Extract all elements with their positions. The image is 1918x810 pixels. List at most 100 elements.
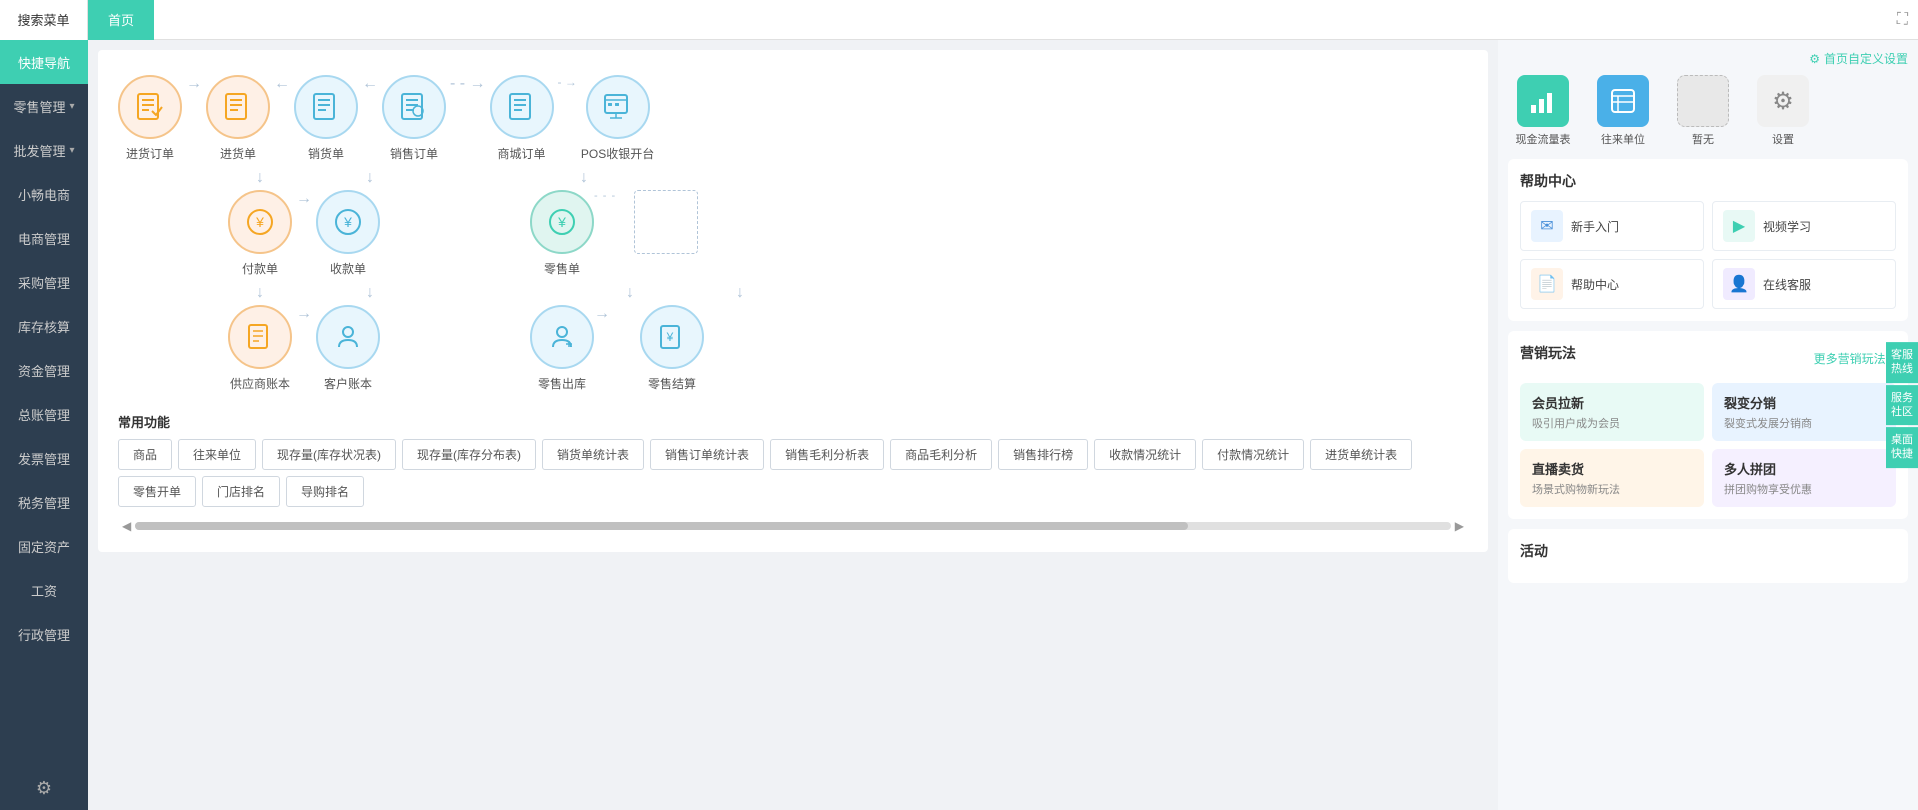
help-item-help[interactable]: 📄 帮助中心 <box>1520 259 1704 309</box>
help-item-beginner[interactable]: ✉ 新手入门 <box>1520 201 1704 251</box>
scroll-track[interactable] <box>135 522 1451 530</box>
marketing-group[interactable]: 多人拼团 拼团购物享受优惠 <box>1712 449 1896 507</box>
shortcut-contacts[interactable]: 往来单位 <box>1588 75 1658 147</box>
node-receipt[interactable]: ¥ 收款单 <box>316 190 380 277</box>
func-btn-sales-gross[interactable]: 销售毛利分析表 <box>770 439 884 470</box>
sidebar-item-admin[interactable]: 行政管理 <box>0 612 88 656</box>
supplier-account-icon <box>228 305 292 369</box>
right-arrow-1: → <box>186 75 202 115</box>
retail-settle-icon: ¥ <box>640 305 704 369</box>
down-arrow-retail2: ↓ <box>736 285 744 301</box>
sidebar-item-inventory[interactable]: 库存核算 <box>0 304 88 348</box>
node-customer-account[interactable]: 客户账本 <box>316 305 380 392</box>
search-menu-button[interactable]: 搜索菜单 <box>0 0 88 40</box>
node-sales-bill[interactable]: 销货单 <box>294 75 358 162</box>
func-btn-receipt-stat[interactable]: 收款情况统计 <box>1094 439 1196 470</box>
down-arrow-sales: ↓ <box>366 170 374 186</box>
func-btn-sales-order-stat[interactable]: 销售订单统计表 <box>650 439 764 470</box>
common-functions: 常用功能 商品 往来单位 现存量(库存状况表) 现存量(库存分布表) 销货单统计… <box>118 412 1468 507</box>
func-btn-goods[interactable]: 商品 <box>118 439 172 470</box>
customer-account-label: 客户账本 <box>324 375 372 392</box>
group-title: 多人拼团 <box>1724 459 1884 478</box>
beginner-label: 新手入门 <box>1571 218 1619 235</box>
node-purchase-order[interactable]: 进货订单 <box>118 75 182 162</box>
sidebar-item-quicknav[interactable]: 快捷导航 <box>0 40 88 84</box>
node-retail-out[interactable]: 零售出库 <box>530 305 594 392</box>
main-layout: 快捷导航 零售管理 ▾ 批发管理 ▾ 小畅电商 电商管理 采购管理 库存核算 资… <box>0 40 1918 810</box>
customer-service-btn[interactable]: 客服热线 <box>1886 342 1918 383</box>
node-pos[interactable]: POS收银开台 <box>581 75 654 162</box>
node-retail[interactable]: ¥ 零售单 <box>530 190 594 277</box>
gear-icon: ⚙ <box>1809 52 1820 66</box>
func-btn-goods-gross[interactable]: 商品毛利分析 <box>890 439 992 470</box>
node-supplier-account[interactable]: 供应商账本 <box>228 305 292 392</box>
help-item-video[interactable]: ▶ 视频学习 <box>1712 201 1896 251</box>
receipt-label: 收款单 <box>330 260 366 277</box>
shortcut-settings[interactable]: ⚙ 设置 <box>1748 75 1818 147</box>
right-arrow-sup: → <box>296 305 312 345</box>
member-title: 会员拉新 <box>1532 393 1692 412</box>
sidebar-item-retail[interactable]: 零售管理 ▾ <box>0 84 88 128</box>
sidebar-item-ecommerce[interactable]: 电商管理 <box>0 216 88 260</box>
func-btn-contacts[interactable]: 往来单位 <box>178 439 256 470</box>
sidebar-item-ledger[interactable]: 总账管理 <box>0 392 88 436</box>
node-mall-order[interactable]: 商城订单 <box>490 75 554 162</box>
home-tab[interactable]: 首页 <box>88 0 154 40</box>
desktop-shortcut-btn[interactable]: 桌面快捷 <box>1886 427 1918 468</box>
shortcut-none[interactable]: 暂无 <box>1668 75 1738 147</box>
sidebar-item-wholesale[interactable]: 批发管理 ▾ <box>0 128 88 172</box>
func-btn-store-rank[interactable]: 门店排名 <box>202 476 280 507</box>
arrow-icon: ▾ <box>69 145 74 156</box>
sales-order-label: 销售订单 <box>390 145 438 162</box>
customize-label: 首页自定义设置 <box>1824 50 1908 67</box>
func-btn-purchase-stat[interactable]: 进货单统计表 <box>1310 439 1412 470</box>
scroll-left-button[interactable]: ◀ <box>118 519 135 533</box>
help-item-online[interactable]: 👤 在线客服 <box>1712 259 1896 309</box>
svg-text:¥: ¥ <box>255 214 264 230</box>
main-panel: 进货订单 → 进货单 ← <box>88 40 1498 810</box>
customize-header[interactable]: ⚙ 首页自定义设置 <box>1508 50 1908 67</box>
fullscreen-button[interactable]: ⛶ <box>1897 11 1908 29</box>
sidebar-item-tax[interactable]: 税务管理 <box>0 480 88 524</box>
node-retail-settle[interactable]: ¥ 零售结算 <box>640 305 704 392</box>
func-buttons-grid: 商品 往来单位 现存量(库存状况表) 现存量(库存分布表) 销货单统计表 销售订… <box>118 439 1468 507</box>
sidebar-item-assets[interactable]: 固定资产 <box>0 524 88 568</box>
sidebar-item-purchase[interactable]: 采购管理 <box>0 260 88 304</box>
service-community-btn[interactable]: 服务社区 <box>1886 385 1918 426</box>
sidebar-settings-button[interactable]: ⚙ <box>0 766 88 810</box>
sidebar-item-salary[interactable]: 工资 <box>0 568 88 612</box>
sidebar-item-xchang[interactable]: 小畅电商 <box>0 172 88 216</box>
marketing-fission[interactable]: 裂变分销 裂变式发展分销商 <box>1712 383 1896 441</box>
down-arrow-mall: ↓ <box>580 170 588 186</box>
sidebar-item-invoice[interactable]: 发票管理 <box>0 436 88 480</box>
settings-icon: ⚙ <box>1757 75 1809 127</box>
func-btn-sales-rank[interactable]: 销售排行榜 <box>998 439 1088 470</box>
help-grid: ✉ 新手入门 ▶ 视频学习 📄 帮助中心 👤 在线客服 <box>1520 201 1896 309</box>
pos-icon <box>586 75 650 139</box>
func-btn-pay-stat[interactable]: 付款情况统计 <box>1202 439 1304 470</box>
float-buttons: 客服热线 服务社区 桌面快捷 <box>1886 342 1918 468</box>
purchase-bill-icon <box>206 75 270 139</box>
marketing-more-btn[interactable]: 更多营销玩法 > <box>1814 350 1896 367</box>
marketing-member[interactable]: 会员拉新 吸引用户成为会员 <box>1520 383 1704 441</box>
down-arrow-receipt: ↓ <box>366 285 374 301</box>
func-btn-guide-rank[interactable]: 导购排名 <box>286 476 364 507</box>
video-label: 视频学习 <box>1763 218 1811 235</box>
help-icon: 📄 <box>1531 268 1563 300</box>
sidebar-item-finance[interactable]: 资金管理 <box>0 348 88 392</box>
scroll-right-button[interactable]: ▶ <box>1451 519 1468 533</box>
func-btn-stock-dist[interactable]: 现存量(库存分布表) <box>402 439 536 470</box>
node-purchase-bill[interactable]: 进货单 <box>206 75 270 162</box>
func-btn-retail-order[interactable]: 零售开单 <box>118 476 196 507</box>
activity-title: 活动 <box>1520 541 1896 561</box>
marketing-title: 营销玩法 <box>1520 343 1576 363</box>
svg-text:¥: ¥ <box>666 330 674 344</box>
scrollbar-row: ◀ ▶ <box>118 515 1468 537</box>
sales-order-icon <box>382 75 446 139</box>
node-payment[interactable]: ¥ 付款单 <box>228 190 292 277</box>
marketing-live[interactable]: 直播卖货 场景式购物新玩法 <box>1520 449 1704 507</box>
shortcut-cash-flow[interactable]: 现金流量表 <box>1508 75 1578 147</box>
func-btn-stock-status[interactable]: 现存量(库存状况表) <box>262 439 396 470</box>
func-btn-sales-stat[interactable]: 销货单统计表 <box>542 439 644 470</box>
node-sales-order[interactable]: 销售订单 <box>382 75 446 162</box>
